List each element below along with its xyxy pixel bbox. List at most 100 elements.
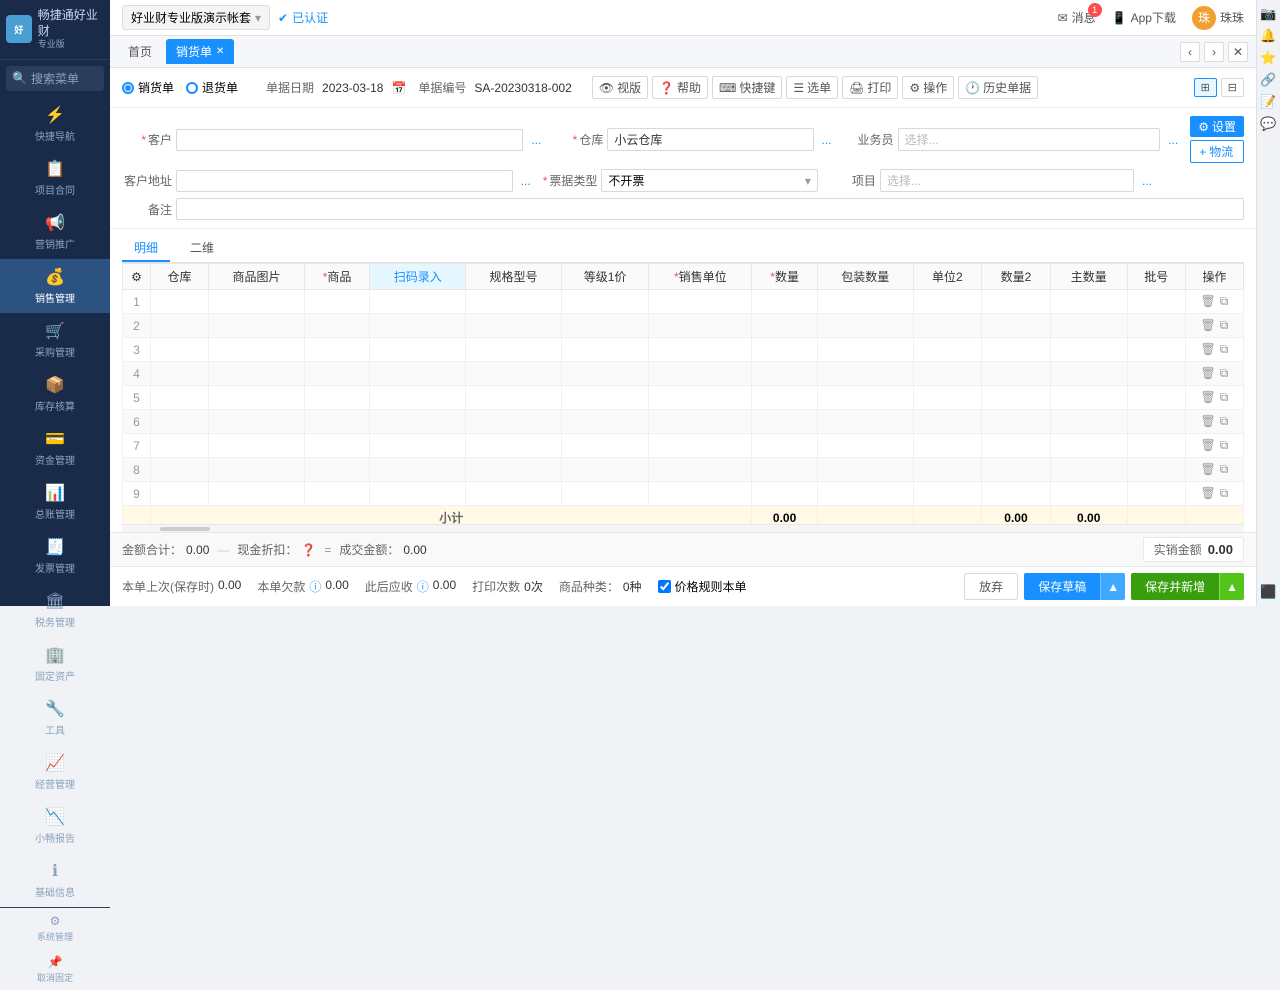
row-product-cell[interactable] <box>304 290 369 314</box>
warehouse-input[interactable]: 小云仓库 <box>607 128 813 151</box>
tab-sales-order[interactable]: 销货单 ✕ <box>166 39 234 64</box>
row-qty2-cell[interactable] <box>982 458 1051 482</box>
row-warehouse-cell[interactable] <box>151 338 209 362</box>
row-delete-icon[interactable]: 🗑 <box>1200 462 1215 477</box>
row-scan-cell[interactable] <box>370 410 466 434</box>
row-unit2-cell[interactable] <box>913 458 982 482</box>
row-copy-icon[interactable]: ⧉ <box>1220 438 1229 453</box>
row-sales-unit-cell[interactable] <box>649 338 752 362</box>
arrears-help-icon[interactable]: ⓘ <box>309 578 321 595</box>
row-pack-qty-cell[interactable] <box>817 386 913 410</box>
col-header-gear[interactable]: ⚙ <box>123 264 151 290</box>
row-price1-cell[interactable] <box>561 314 648 338</box>
sidebar-item-quick-nav[interactable]: ⚡ 快捷导航 <box>0 97 110 151</box>
sidebar-item-system[interactable]: ⚙ 系统管理 <box>0 908 110 949</box>
calendar-icon[interactable]: 📅 <box>391 81 406 95</box>
rs-icon-link[interactable]: 🔗 <box>1259 70 1279 90</box>
warehouse-dots-btn[interactable]: ... <box>818 133 836 147</box>
row-sales-unit-cell[interactable] <box>649 458 752 482</box>
row-qty2-cell[interactable] <box>982 482 1051 506</box>
row-qty2-cell[interactable] <box>982 338 1051 362</box>
add-logistics-btn[interactable]: + 物流 <box>1190 140 1244 163</box>
sidebar-item-marketing[interactable]: 📢 营销推广 <box>0 205 110 259</box>
row-delete-icon[interactable]: 🗑 <box>1200 390 1215 405</box>
user-avatar[interactable]: 珠 珠珠 <box>1192 6 1244 30</box>
row-quantity-cell[interactable] <box>752 338 817 362</box>
row-scan-cell[interactable] <box>370 290 466 314</box>
save-draft-btn[interactable]: 保存草稿 <box>1024 573 1100 600</box>
row-price1-cell[interactable] <box>561 362 648 386</box>
row-scan-cell[interactable] <box>370 434 466 458</box>
row-warehouse-cell[interactable] <box>151 386 209 410</box>
sidebar-item-project[interactable]: 📋 项目合同 <box>0 151 110 205</box>
row-main-qty-cell[interactable] <box>1050 338 1127 362</box>
row-unit2-cell[interactable] <box>913 410 982 434</box>
row-delete-icon[interactable]: 🗑 <box>1200 414 1215 429</box>
sidebar-item-management[interactable]: 📈 经营管理 <box>0 745 110 799</box>
row-price1-cell[interactable] <box>561 290 648 314</box>
row-scan-cell[interactable] <box>370 314 466 338</box>
row-copy-icon[interactable]: ⧉ <box>1220 366 1229 381</box>
row-spec-cell[interactable] <box>466 386 562 410</box>
row-main-qty-cell[interactable] <box>1050 290 1127 314</box>
row-main-qty-cell[interactable] <box>1050 482 1127 506</box>
row-copy-icon[interactable]: ⧉ <box>1220 462 1229 477</box>
row-quantity-cell[interactable] <box>752 362 817 386</box>
row-copy-icon[interactable]: ⧉ <box>1220 294 1229 309</box>
scroll-bar[interactable] <box>160 527 210 531</box>
row-quantity-cell[interactable] <box>752 386 817 410</box>
toolbar-ops-btn[interactable]: ⚙ 操作 <box>902 76 954 99</box>
app-download-action[interactable]: 📱 App下载 <box>1112 9 1176 26</box>
sidebar-item-unpin[interactable]: 📌 取消固定 <box>0 949 110 990</box>
row-main-qty-cell[interactable] <box>1050 386 1127 410</box>
save-draft-arrow-btn[interactable]: ▲ <box>1100 573 1125 600</box>
project-dots-btn[interactable]: ... <box>1138 174 1156 188</box>
row-spec-cell[interactable] <box>466 314 562 338</box>
row-batch-cell[interactable] <box>1127 314 1185 338</box>
row-pack-qty-cell[interactable] <box>817 338 913 362</box>
sidebar-item-invoice[interactable]: 🧾 发票管理 <box>0 529 110 583</box>
toolbar-print-btn[interactable]: 🖨 打印 <box>842 76 898 99</box>
row-delete-icon[interactable]: 🗑 <box>1200 486 1215 501</box>
customer-input[interactable] <box>176 129 523 151</box>
toolbar-shortcut-btn[interactable]: ⌨ 快捷键 <box>712 76 782 99</box>
row-sales-unit-cell[interactable] <box>649 290 752 314</box>
row-delete-icon[interactable]: 🗑 <box>1200 294 1215 309</box>
row-scan-cell[interactable] <box>370 458 466 482</box>
row-quantity-cell[interactable] <box>752 314 817 338</box>
row-product-cell[interactable] <box>304 482 369 506</box>
row-product-cell[interactable] <box>304 362 369 386</box>
save-new-arrow-btn[interactable]: ▲ <box>1219 573 1244 600</box>
row-spec-cell[interactable] <box>466 482 562 506</box>
rs-icon-chat[interactable]: 💬 <box>1259 114 1279 134</box>
table-tab-detail[interactable]: 明细 <box>122 235 170 262</box>
row-main-qty-cell[interactable] <box>1050 458 1127 482</box>
row-product-cell[interactable] <box>304 458 369 482</box>
row-warehouse-cell[interactable] <box>151 458 209 482</box>
toolbar-help-btn[interactable]: ❓ 帮助 <box>652 76 708 99</box>
layout-list-btn[interactable]: ⊟ <box>1221 78 1244 97</box>
row-pack-qty-cell[interactable] <box>817 458 913 482</box>
row-warehouse-cell[interactable] <box>151 410 209 434</box>
row-copy-icon[interactable]: ⧉ <box>1220 486 1229 501</box>
row-batch-cell[interactable] <box>1127 386 1185 410</box>
sidebar-item-base-info[interactable]: ℹ 基础信息 <box>0 853 110 907</box>
row-price1-cell[interactable] <box>561 434 648 458</box>
row-copy-icon[interactable]: ⧉ <box>1220 390 1229 405</box>
discount-help-icon[interactable]: ❓ <box>301 543 316 557</box>
row-warehouse-cell[interactable] <box>151 314 209 338</box>
row-unit2-cell[interactable] <box>913 434 982 458</box>
table-tab-2d[interactable]: 二维 <box>178 235 226 262</box>
row-spec-cell[interactable] <box>466 434 562 458</box>
search-menu-item[interactable]: 🔍 搜索菜单 <box>6 66 104 91</box>
row-qty2-cell[interactable] <box>982 386 1051 410</box>
row-pack-qty-cell[interactable] <box>817 434 913 458</box>
row-pack-qty-cell[interactable] <box>817 482 913 506</box>
row-sales-unit-cell[interactable] <box>649 362 752 386</box>
row-warehouse-cell[interactable] <box>151 362 209 386</box>
customer-dots-btn[interactable]: ... <box>527 133 545 147</box>
row-sales-unit-cell[interactable] <box>649 482 752 506</box>
row-unit2-cell[interactable] <box>913 386 982 410</box>
toolbar-view-btn[interactable]: 👁 视版 <box>592 76 648 99</box>
row-copy-icon[interactable]: ⧉ <box>1220 342 1229 357</box>
